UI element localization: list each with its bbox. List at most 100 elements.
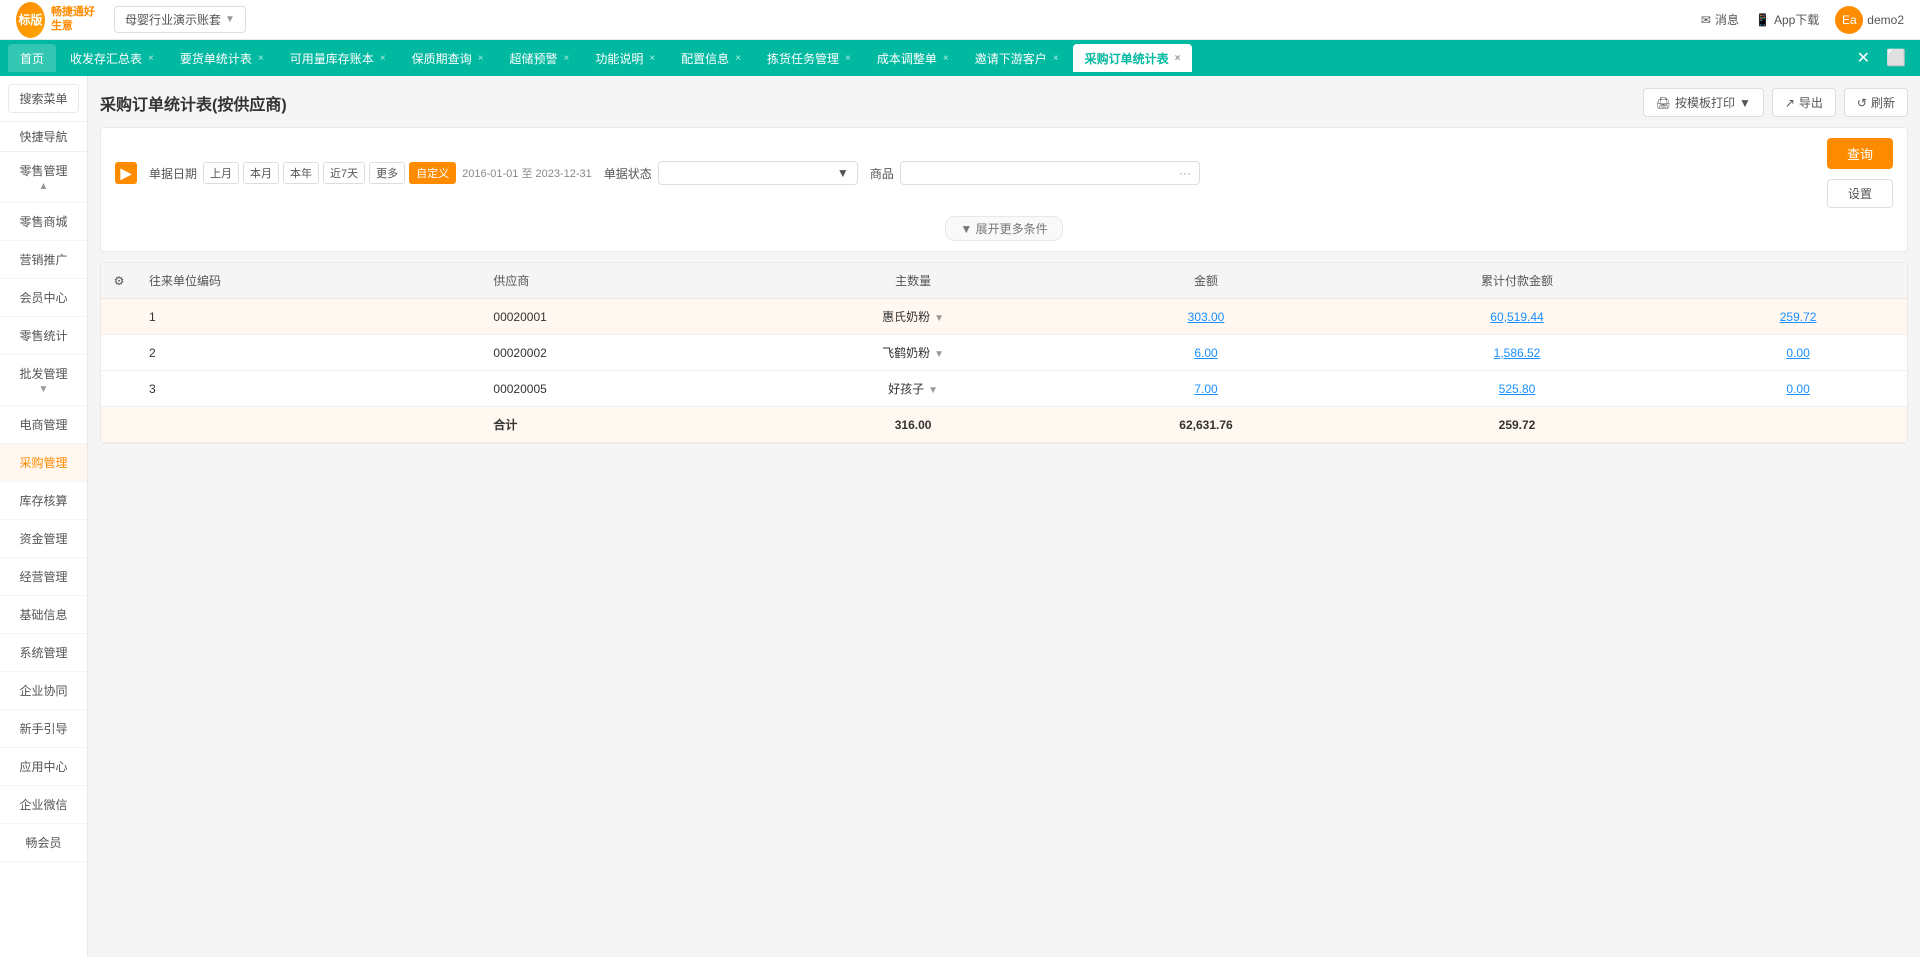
date-filter: 单据日期 上月 本月 本年 近7天 更多 自定义 2016-01-01 至 20… — [149, 162, 592, 184]
print-btn[interactable]: 🖨 按模板打印 ▼ — [1643, 88, 1764, 117]
row-supplier: 好孩子▼ — [759, 371, 1067, 407]
tab-cost-adjust[interactable]: 成本调整单 × — [865, 44, 961, 72]
goods-filter-label: 商品 — [870, 165, 894, 182]
sidebar-item-corp-wechat[interactable]: 企业微信 — [0, 786, 87, 824]
status-filter: 单据状态 ▼ — [604, 161, 858, 185]
export-btn[interactable]: ↗ 导出 — [1772, 88, 1836, 117]
close-icon[interactable]: × — [1175, 53, 1181, 64]
sidebar-item-marketing[interactable]: 营销推广 — [0, 241, 87, 279]
tab-config-info[interactable]: 配置信息 × — [669, 44, 753, 72]
app-download-btn[interactable]: 📱 App下载 — [1755, 11, 1819, 28]
user-area[interactable]: Ea demo2 — [1835, 6, 1904, 34]
sidebar-item-sys-mgmt[interactable]: 系统管理 — [0, 634, 87, 672]
date-this-year-btn[interactable]: 本年 — [283, 162, 319, 184]
sidebar: 搜索菜单 快捷导航 零售管理 ▲ 零售商城 营销推广 会员中心 零售统计 批发管… — [0, 76, 88, 957]
tab-quality-check[interactable]: 保质期查询 × — [400, 44, 496, 72]
tab-purchase-stats[interactable]: 采购订单统计表 × — [1073, 44, 1193, 72]
goods-input[interactable]: ··· — [900, 161, 1200, 185]
tab-over-stock[interactable]: 超储预警 × — [497, 44, 581, 72]
ellipsis-icon[interactable]: ··· — [1179, 166, 1191, 180]
sidebar-item-purchase-mgmt[interactable]: 采购管理 — [0, 444, 87, 482]
export-icon: ↗ — [1785, 96, 1795, 110]
expand-more-btn[interactable]: ▼ 展开更多条件 — [945, 216, 1062, 241]
filter-toggle-btn[interactable]: ▶ — [115, 162, 137, 184]
username-label: demo2 — [1867, 13, 1904, 27]
sidebar-item-app-center[interactable]: 应用中心 — [0, 748, 87, 786]
tab-order-stats[interactable]: 要货单统计表 × — [168, 44, 276, 72]
filter-area: ▶ 单据日期 上月 本月 本年 近7天 更多 自定义 2016-01-01 至 … — [100, 127, 1908, 252]
page-header: 采购订单统计表(按供应商) 🖨 按模板打印 ▼ ↗ 导出 ↺ 刷新 — [100, 88, 1908, 117]
row-amount[interactable]: 525.80 — [1345, 371, 1689, 407]
workspace-selector[interactable]: 母婴行业演示账套 ▼ — [114, 6, 246, 33]
sidebar-item-newbie-guide[interactable]: 新手引导 — [0, 710, 87, 748]
row-qty[interactable]: 6.00 — [1067, 335, 1345, 371]
tab-config-info-label: 配置信息 — [681, 50, 729, 67]
tab-collect-send[interactable]: 收发存汇总表 × — [58, 44, 166, 72]
close-icon[interactable]: × — [1053, 53, 1059, 64]
close-icon[interactable]: × — [845, 53, 851, 64]
sidebar-item-vip-member[interactable]: 畅会员 — [0, 824, 87, 862]
top-bar: 标版 畅捷通好生意 母婴行业演示账套 ▼ ✉ 消息 📱 App下载 Ea dem… — [0, 0, 1920, 40]
tab-available-stock[interactable]: 可用量库存账本 × — [278, 44, 398, 72]
close-icon[interactable]: × — [943, 53, 949, 64]
row-amount[interactable]: 1,586.52 — [1345, 335, 1689, 371]
close-icon[interactable]: × — [258, 53, 264, 64]
status-select[interactable]: ▼ — [658, 161, 858, 185]
row-paid[interactable]: 259.72 — [1689, 299, 1907, 335]
sidebar-item-stock-check[interactable]: 库存核算 — [0, 482, 87, 520]
date-this-month-btn[interactable]: 本月 — [243, 162, 279, 184]
tab-order-stats-label: 要货单统计表 — [180, 50, 252, 67]
sidebar-item-retail-stats[interactable]: 零售统计 — [0, 317, 87, 355]
date-7days-btn[interactable]: 近7天 — [323, 162, 365, 184]
sidebar-item-fund-mgmt[interactable]: 资金管理 — [0, 520, 87, 558]
maximize-btn[interactable]: ⬜ — [1880, 46, 1912, 70]
table-row: 1 00020001 惠氏奶粉▼ 303.00 60,519.44 259.72 — [101, 299, 1907, 335]
tab-invite-downstream[interactable]: 邀请下游客户 × — [963, 44, 1071, 72]
close-icon[interactable]: × — [649, 53, 655, 64]
quick-nav-btn[interactable]: 快捷导航 — [0, 122, 87, 152]
tab-pick-task[interactable]: 拣货任务管理 × — [755, 44, 863, 72]
sidebar-item-member-center[interactable]: 会员中心 — [0, 279, 87, 317]
table-footer-row: 合计 316.00 62,631.76 259.72 — [101, 407, 1907, 443]
row-paid[interactable]: 0.00 — [1689, 335, 1907, 371]
chevron-down-icon: ▲ — [39, 181, 49, 192]
settings-btn[interactable]: 设置 — [1827, 179, 1893, 208]
sidebar-search-area: 搜索菜单 — [0, 76, 87, 122]
sidebar-item-wholesale-mgmt[interactable]: 批发管理 ▼ — [0, 355, 87, 406]
tab-home[interactable]: 首页 — [8, 44, 56, 72]
refresh-btn[interactable]: ↺ 刷新 — [1844, 88, 1908, 117]
date-more-btn[interactable]: 更多 — [369, 162, 405, 184]
message-btn[interactable]: ✉ 消息 — [1701, 11, 1739, 28]
tab-collect-send-label: 收发存汇总表 — [70, 50, 142, 67]
sidebar-item-retail-shop[interactable]: 零售商城 — [0, 203, 87, 241]
tab-cost-adjust-label: 成本调整单 — [877, 50, 937, 67]
tab-quality-check-label: 保质期查询 — [412, 50, 472, 67]
filter-row-1: ▶ 单据日期 上月 本月 本年 近7天 更多 自定义 2016-01-01 至 … — [115, 138, 1893, 208]
date-last-month-btn[interactable]: 上月 — [203, 162, 239, 184]
sidebar-item-retail-mgmt[interactable]: 零售管理 ▲ — [0, 152, 87, 203]
row-paid[interactable]: 0.00 — [1689, 371, 1907, 407]
row-qty[interactable]: 7.00 — [1067, 371, 1345, 407]
gear-icon[interactable]: ⚙ — [114, 274, 125, 288]
tab-func-desc[interactable]: 功能说明 × — [583, 44, 667, 72]
sidebar-item-ecom-mgmt[interactable]: 电商管理 — [0, 406, 87, 444]
row-gear — [101, 371, 137, 407]
search-menu-btn[interactable]: 搜索菜单 — [8, 84, 79, 113]
status-filter-label: 单据状态 — [604, 165, 652, 182]
close-icon[interactable]: × — [380, 53, 386, 64]
row-code: 00020005 — [481, 371, 759, 407]
sidebar-item-basic-info[interactable]: 基础信息 — [0, 596, 87, 634]
close-all-tabs-btn[interactable]: ✕ — [1851, 46, 1876, 70]
sidebar-item-biz-mgmt[interactable]: 经营管理 — [0, 558, 87, 596]
date-custom-btn[interactable]: 自定义 — [409, 162, 456, 184]
close-icon[interactable]: × — [563, 53, 569, 64]
tab-available-stock-label: 可用量库存账本 — [290, 50, 374, 67]
close-icon[interactable]: × — [735, 53, 741, 64]
row-qty[interactable]: 303.00 — [1067, 299, 1345, 335]
close-icon[interactable]: × — [148, 53, 154, 64]
row-amount[interactable]: 60,519.44 — [1345, 299, 1689, 335]
query-btn[interactable]: 查询 — [1827, 138, 1893, 169]
sidebar-item-corp-collab[interactable]: 企业协同 — [0, 672, 87, 710]
close-icon[interactable]: × — [478, 53, 484, 64]
chevron-down-icon: ▼ — [837, 166, 849, 180]
